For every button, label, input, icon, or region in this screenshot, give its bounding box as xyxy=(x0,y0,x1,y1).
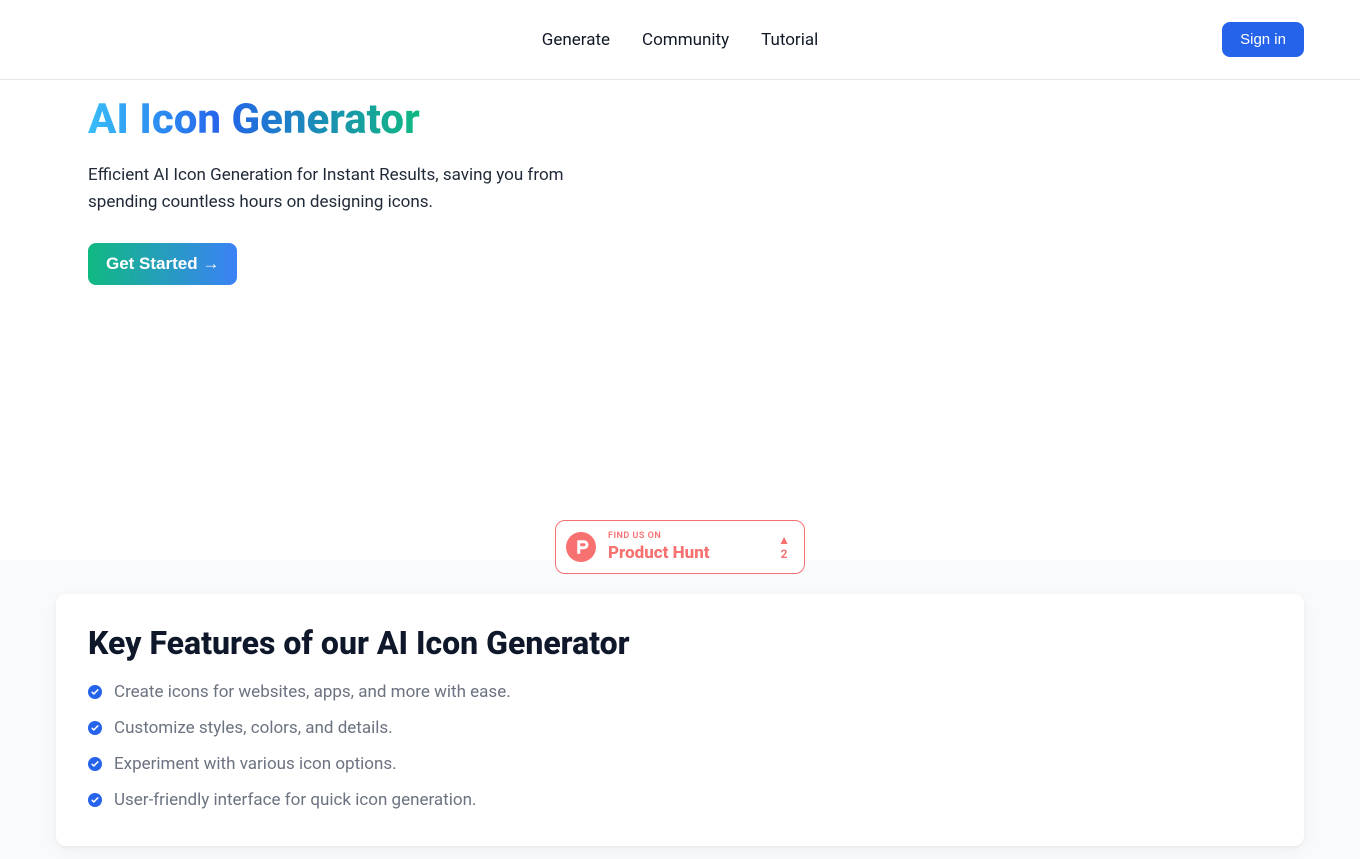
feature-text: Customize styles, colors, and details. xyxy=(114,718,393,738)
feature-item: Experiment with various icon options. xyxy=(88,754,1272,774)
page-title: AI Icon Generator xyxy=(88,96,420,144)
get-started-button[interactable]: Get Started → xyxy=(88,243,237,285)
nav-link-community[interactable]: Community xyxy=(642,30,729,50)
nav-links: Generate Community Tutorial xyxy=(542,30,818,50)
product-hunt-badge[interactable]: FIND US ON Product Hunt ▲ 2 xyxy=(555,520,805,574)
product-hunt-upvote-count: 2 xyxy=(781,548,788,560)
product-hunt-icon xyxy=(566,532,596,562)
feature-text: User-friendly interface for quick icon g… xyxy=(114,790,476,810)
feature-text: Experiment with various icon options. xyxy=(114,754,397,774)
nav-right: Sign in xyxy=(1104,22,1304,57)
feature-item: Customize styles, colors, and details. xyxy=(88,718,1272,738)
check-circle-icon xyxy=(88,721,102,735)
check-circle-icon xyxy=(88,685,102,699)
product-hunt-wrap: FIND US ON Product Hunt ▲ 2 xyxy=(0,520,1360,574)
top-nav: Generate Community Tutorial Sign in xyxy=(0,0,1360,80)
product-hunt-name: Product Hunt xyxy=(608,544,766,563)
signin-button[interactable]: Sign in xyxy=(1222,22,1304,57)
feature-text: Create icons for websites, apps, and mor… xyxy=(114,682,511,702)
check-circle-icon xyxy=(88,757,102,771)
features-card: Key Features of our AI Icon Generator Cr… xyxy=(56,594,1304,846)
features-heading: Key Features of our AI Icon Generator xyxy=(88,624,1272,662)
hero-subtitle: Efficient AI Icon Generation for Instant… xyxy=(88,162,628,215)
nav-link-generate[interactable]: Generate xyxy=(542,30,610,50)
nav-link-tutorial[interactable]: Tutorial xyxy=(761,30,818,50)
product-hunt-upvote: ▲ 2 xyxy=(778,534,790,560)
feature-item: User-friendly interface for quick icon g… xyxy=(88,790,1272,810)
product-hunt-text: FIND US ON Product Hunt xyxy=(608,532,766,563)
hero-section: AI Icon Generator Efficient AI Icon Gene… xyxy=(0,80,1360,285)
features-list: Create icons for websites, apps, and mor… xyxy=(88,682,1272,810)
feature-item: Create icons for websites, apps, and mor… xyxy=(88,682,1272,702)
product-hunt-eyebrow: FIND US ON xyxy=(608,532,766,542)
check-circle-icon xyxy=(88,793,102,807)
upvote-triangle-icon: ▲ xyxy=(778,534,790,546)
